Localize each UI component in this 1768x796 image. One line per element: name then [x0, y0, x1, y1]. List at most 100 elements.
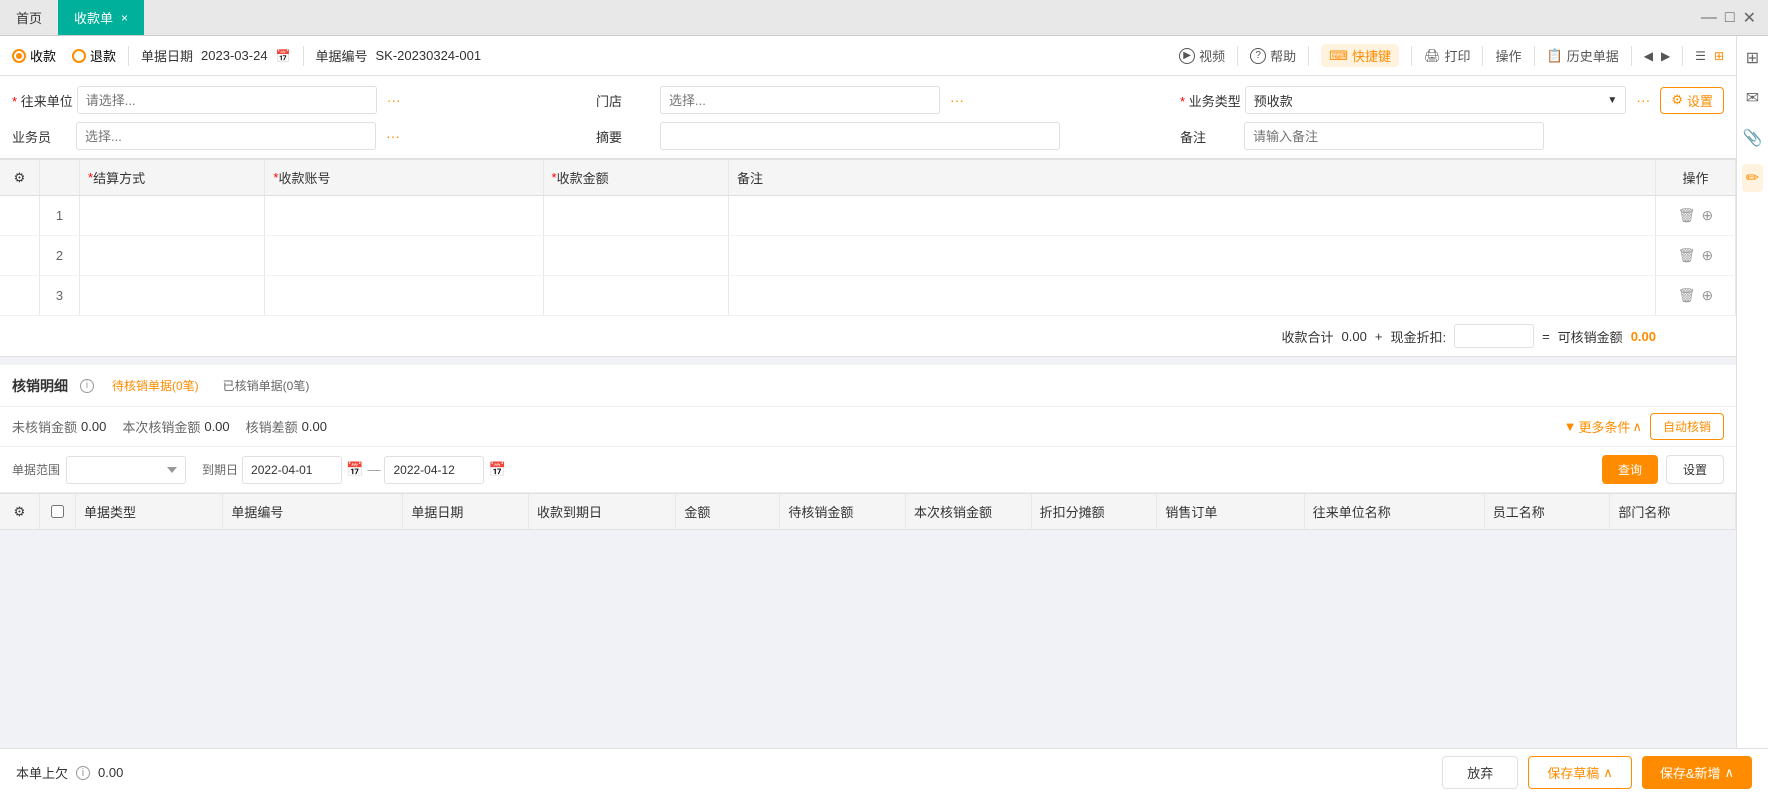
due-from-input[interactable] — [242, 456, 342, 484]
row3-note[interactable] — [729, 276, 1656, 315]
bottom-table-header: ⚙ 单据类型 单据编号 单据日期 收款到期日 金额 待核销金额 本次核销金额 折… — [0, 493, 1736, 530]
shop-input[interactable] — [660, 86, 940, 114]
save-new-btn[interactable]: 保存&新增 ∧ — [1642, 756, 1752, 789]
current-stat: 本次核销金额 0.00 — [122, 417, 229, 436]
row3-amount[interactable] — [544, 276, 729, 315]
cumulative-label: 本单上欠 — [16, 763, 68, 782]
auto-verify-btn[interactable]: 自动核销 — [1650, 413, 1724, 440]
col-num-header — [40, 160, 80, 195]
business-type-label: * 业务类型 — [1180, 91, 1241, 110]
done-tab[interactable]: 已核销单据(0笔) — [217, 375, 316, 396]
business-type-more-btn[interactable]: ··· — [1630, 92, 1656, 108]
window-maximize-btn[interactable]: □ — [1725, 9, 1735, 27]
filter-sep: — — [367, 462, 380, 477]
bth-checkbox[interactable] — [40, 494, 76, 529]
form-row-2: 业务员 ··· 摘要 备注 — [12, 122, 1724, 150]
row2-copy-icon[interactable]: ⊕ — [1702, 247, 1714, 264]
business-type-select[interactable]: 预收款 ▼ — [1245, 86, 1627, 114]
row1-note[interactable] — [729, 196, 1656, 235]
tab-home[interactable]: 首页 — [0, 0, 58, 35]
view-grid-btn[interactable]: ⊞ — [1714, 49, 1724, 63]
row1-delete-icon[interactable]: 🗑 — [1678, 207, 1696, 224]
remark-label: 备注 — [1180, 127, 1240, 146]
row2-settle[interactable] — [80, 236, 265, 275]
query-btn[interactable]: 查询 — [1602, 455, 1658, 484]
nav-next-btn[interactable]: ▶ — [1661, 49, 1670, 63]
more-conditions-btn[interactable]: ▼ 更多条件 ∧ — [1564, 417, 1642, 436]
form-settings-btn[interactable]: ⚙ 设置 — [1660, 87, 1724, 114]
discard-btn[interactable]: 放弃 — [1442, 756, 1518, 789]
shortcut-label: 快捷键 — [1352, 46, 1391, 65]
filter-settings-btn[interactable]: 设置 — [1666, 455, 1724, 484]
partner-more-btn[interactable]: ··· — [381, 92, 407, 108]
save-draft-btn[interactable]: 保存草稿 ∧ — [1528, 756, 1632, 789]
bth-current: 本次核销金额 — [906, 494, 1032, 529]
cumulative-info-icon[interactable]: i — [76, 766, 90, 780]
table-row: 2 🗑 ⊕ — [0, 236, 1736, 276]
due-to-input[interactable] — [384, 456, 484, 484]
help-icon: ? — [1250, 48, 1266, 64]
pending-tab[interactable]: 待核销单据(0笔) — [106, 375, 205, 396]
diff-stat: 核销差额 0.00 — [246, 417, 327, 436]
remark-field: 备注 — [1180, 122, 1724, 150]
shortcut-btn[interactable]: ⌨ 快捷键 — [1321, 44, 1399, 67]
col-settings-header[interactable]: ⚙ — [0, 160, 40, 195]
shop-more-btn[interactable]: ··· — [944, 92, 970, 108]
remark-input[interactable] — [1244, 122, 1544, 150]
calendar-icon[interactable]: 📅 — [276, 49, 291, 63]
select-all-checkbox[interactable] — [51, 505, 64, 518]
row3-settings — [0, 276, 40, 315]
due-from-calendar-icon[interactable]: 📅 — [346, 461, 363, 478]
radio-tuikuan[interactable]: 退款 — [72, 46, 116, 65]
window-close-btn[interactable]: ✕ — [1743, 8, 1756, 28]
row2-delete-icon[interactable]: 🗑 — [1678, 247, 1696, 264]
row2-account[interactable] — [265, 236, 543, 275]
row1-settle[interactable] — [80, 196, 265, 235]
tab-close-icon[interactable]: × — [121, 11, 128, 25]
radio-shoukuan[interactable]: 收款 — [12, 46, 56, 65]
bth-settings[interactable]: ⚙ — [0, 494, 40, 529]
summary-input[interactable] — [660, 122, 1060, 150]
partner-input[interactable] — [77, 86, 377, 114]
video-btn[interactable]: ▶ 视频 — [1179, 46, 1225, 65]
operate-label: 操作 — [1495, 46, 1521, 65]
print-icon: 🖨 — [1424, 48, 1441, 64]
form-area: * 往来单位 ··· 门店 ··· * 业务类型 预收款 ▼ — [0, 76, 1736, 159]
row1-amount[interactable] — [544, 196, 729, 235]
window-minimize-btn[interactable]: — — [1701, 9, 1717, 27]
row1-account[interactable] — [265, 196, 543, 235]
sidebar-table-icon[interactable]: ⊞ — [1742, 44, 1763, 72]
salesperson-more-btn[interactable]: ··· — [380, 128, 406, 144]
bottom-settings-icon: ⚙ — [14, 504, 26, 520]
row3-delete-icon[interactable]: 🗑 — [1678, 287, 1696, 304]
salesperson-input[interactable] — [76, 122, 376, 150]
verification-info-icon[interactable]: i — [80, 379, 94, 393]
chevron-down-icon: ▼ — [1607, 95, 1617, 106]
date-label: 单据日期 — [141, 46, 193, 65]
row3-copy-icon[interactable]: ⊕ — [1702, 287, 1714, 304]
bth-sales-order: 销售订单 — [1157, 494, 1304, 529]
bth-date: 单据日期 — [403, 494, 529, 529]
sidebar-email-icon[interactable]: ✉ — [1742, 84, 1763, 112]
row2-note[interactable] — [729, 236, 1656, 275]
row1-copy-icon[interactable]: ⊕ — [1702, 207, 1714, 224]
row2-settings — [0, 236, 40, 275]
operate-btn[interactable]: 操作 — [1495, 46, 1521, 65]
due-to-calendar-icon[interactable]: 📅 — [488, 461, 505, 478]
nav-prev-btn[interactable]: ◀ — [1644, 49, 1653, 63]
row3-account[interactable] — [265, 276, 543, 315]
col-amount-header: * 收款金额 — [544, 160, 729, 195]
number-value: SK-20230324-001 — [376, 48, 482, 63]
range-select[interactable] — [66, 456, 186, 484]
tab-shoukuan[interactable]: 收款单 × — [58, 0, 144, 35]
sidebar-edit-icon[interactable]: ✏ — [1742, 164, 1763, 192]
radio-tuikuan-label: 退款 — [90, 46, 116, 65]
row2-amount[interactable] — [544, 236, 729, 275]
sidebar-attachment-icon[interactable]: 📎 — [1739, 124, 1767, 152]
discount-input[interactable] — [1454, 324, 1534, 348]
help-btn[interactable]: ? 帮助 — [1250, 46, 1296, 65]
history-btn[interactable]: 📋 历史单据 — [1547, 46, 1619, 65]
row3-settle[interactable] — [80, 276, 265, 315]
view-list-btn[interactable]: ☰ — [1695, 49, 1706, 63]
print-btn[interactable]: 🖨 打印 — [1424, 46, 1471, 65]
